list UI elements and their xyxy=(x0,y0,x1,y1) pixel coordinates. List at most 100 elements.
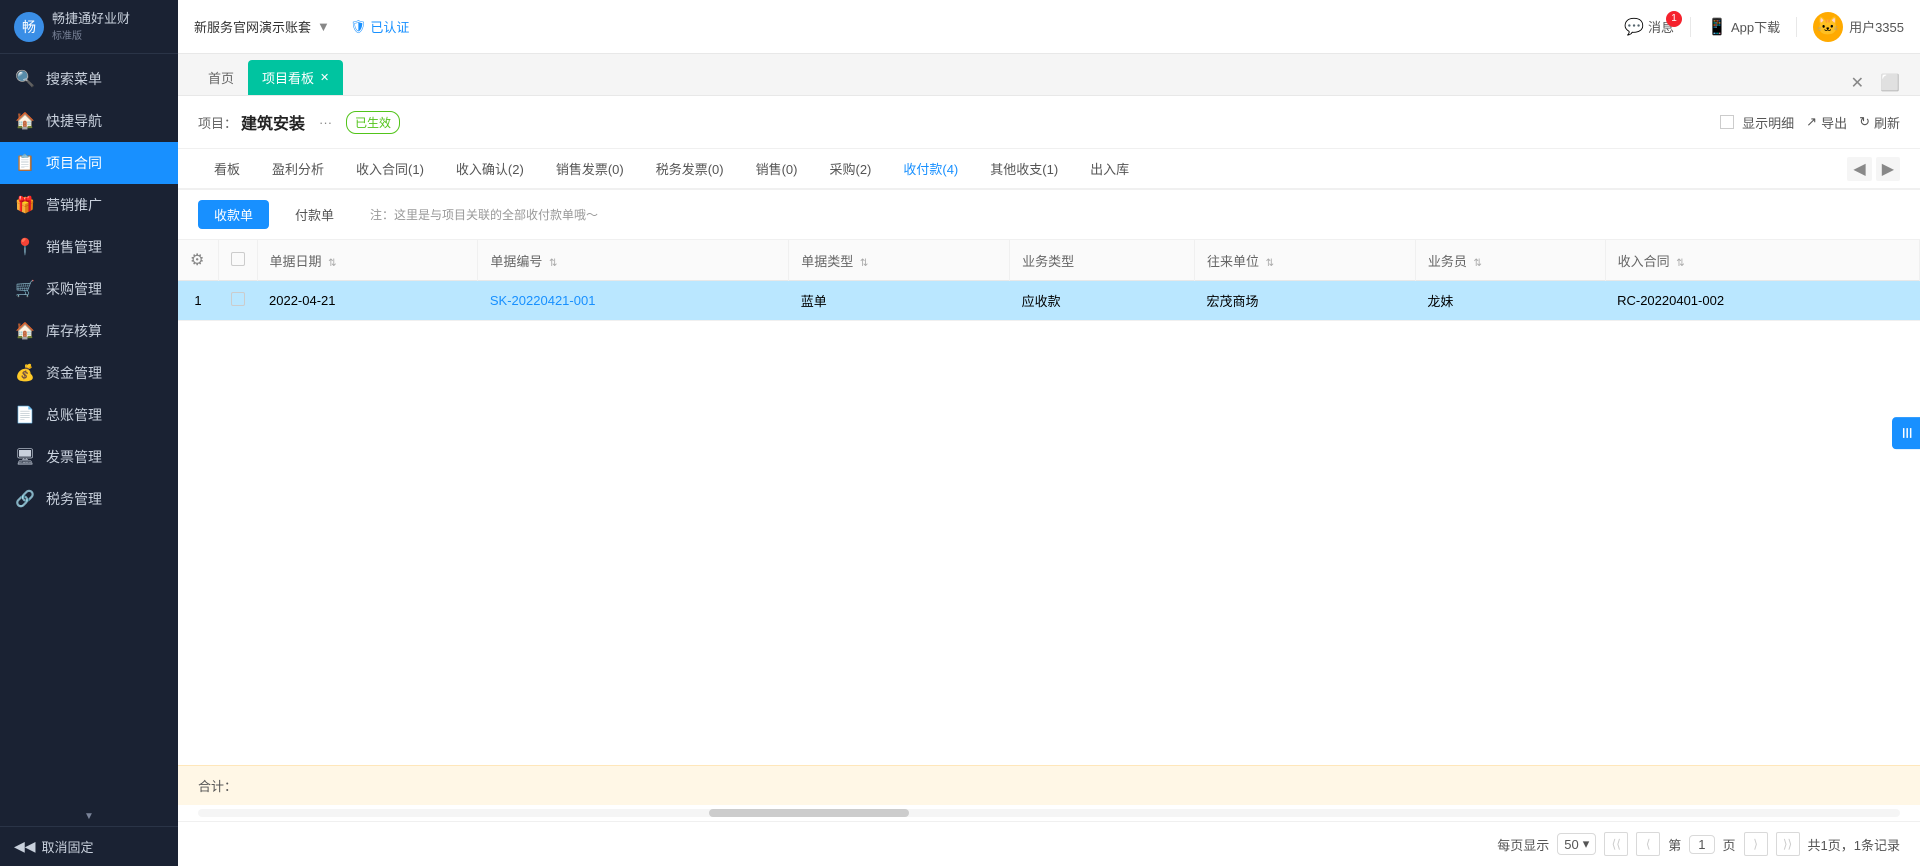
total-records: 共1页，1条记录 xyxy=(1808,835,1900,854)
right-panel-button[interactable]: ≡ xyxy=(1892,417,1920,449)
th-counterparty[interactable]: 往来单位 ⇅ xyxy=(1195,240,1416,281)
sidebar-item-inventory[interactable]: 🏠 库存核算 xyxy=(0,310,178,352)
total-label: 合计： xyxy=(198,779,237,794)
th-gear[interactable]: ⚙ xyxy=(178,240,218,281)
page-tabs: 首页 项目看板 ✕ ✕ ⬜ xyxy=(178,54,1920,96)
sidebar-item-purchase[interactable]: 🛒 采购管理 xyxy=(0,268,178,310)
message-icon: 💬 xyxy=(1624,17,1644,37)
sub-tab-sales[interactable]: 销售(0) xyxy=(740,149,814,190)
topbar-dropdown-icon[interactable]: ▼ xyxy=(317,19,330,34)
sub-tab-other-expense[interactable]: 其他收支(1) xyxy=(974,149,1074,190)
th-number[interactable]: 单据编号 ⇅ xyxy=(478,240,789,281)
th-biz-type: 业务类型 xyxy=(1010,240,1195,281)
total-row: 合计： xyxy=(178,765,1920,805)
inner-tab-receipt[interactable]: 收款单 xyxy=(198,200,269,229)
sub-tab-income-confirm[interactable]: 收入确认(2) xyxy=(440,149,540,190)
sort-salesman-icon: ⇅ xyxy=(1474,258,1482,269)
th-check[interactable] xyxy=(218,240,257,281)
sidebar-item-sales[interactable]: 📍 销售管理 xyxy=(0,226,178,268)
data-table: ⚙ 单据日期 ⇅ 单据编号 ⇅ xyxy=(178,240,1920,321)
tab-close-icon[interactable]: ✕ xyxy=(320,71,329,84)
sub-tab-tax-invoice-label: 税务发票(0) xyxy=(656,162,724,177)
sidebar-logo: 畅 畅捷通好业财 标准版 xyxy=(0,0,178,54)
sidebar-item-marketing[interactable]: 🎁 营销推广 xyxy=(0,184,178,226)
sidebar-item-quick-nav-label: 快捷导航 xyxy=(46,111,102,131)
horizontal-scrollbar[interactable] xyxy=(198,809,1900,817)
row-number-link[interactable]: SK-20220421-001 xyxy=(490,293,596,308)
sidebar-item-invoice[interactable]: 🖥 发票管理 xyxy=(0,436,178,478)
row-checkbox[interactable] xyxy=(231,292,245,306)
row-number[interactable]: SK-20220421-001 xyxy=(478,281,789,321)
current-page-display: 1 xyxy=(1689,835,1714,854)
th-income-contract[interactable]: 收入合同 ⇅ xyxy=(1605,240,1919,281)
prev-page-button[interactable]: ⟨ xyxy=(1636,832,1660,856)
row-checkbox-cell[interactable] xyxy=(218,281,257,321)
page-content: 项目： 建筑安装 ··· 已生效 显示明细 ↗ 导出 ↻ 刷 xyxy=(178,96,1920,866)
sub-tabs: 看板 盈利分析 收入合同(1) 收入确认(2) 销售发票(0) 税务发票(0) xyxy=(178,149,1920,190)
next-page-button[interactable]: ⟩ xyxy=(1744,832,1768,856)
page-suffix: 页 xyxy=(1723,835,1736,854)
sidebar-item-search[interactable]: 🔍 搜索菜单 xyxy=(0,58,178,100)
th-type[interactable]: 单据类型 ⇅ xyxy=(789,240,1010,281)
user-menu-button[interactable]: 🐱 用户3355 xyxy=(1813,12,1904,42)
scrollbar-thumb[interactable] xyxy=(709,809,909,817)
sidebar-item-quick-nav[interactable]: 🏠 快捷导航 xyxy=(0,100,178,142)
sidebar-item-tax[interactable]: 🔗 税务管理 xyxy=(0,478,178,520)
certified-shield-icon: 🛡 xyxy=(350,19,367,35)
th-salesman[interactable]: 业务员 ⇅ xyxy=(1415,240,1605,281)
close-window-button[interactable]: ✕ xyxy=(1847,71,1868,95)
th-date-label: 单据日期 xyxy=(270,254,322,269)
sub-tab-next-button[interactable]: ▶ xyxy=(1876,157,1900,181)
per-page-select[interactable]: 50 ▾ xyxy=(1557,833,1596,855)
row-salesman: 龙妹 xyxy=(1415,281,1605,321)
topbar-project[interactable]: 新服务官网演示账套 ▼ xyxy=(194,17,330,36)
sidebar-unpin-button[interactable]: ◀◀ 取消固定 xyxy=(0,826,178,866)
tab-project-board[interactable]: 项目看板 ✕ xyxy=(248,60,343,95)
sidebar-item-fund[interactable]: 💰 资金管理 xyxy=(0,352,178,394)
window-controls: ✕ ⬜ xyxy=(1847,71,1904,95)
user-name: 用户3355 xyxy=(1849,17,1904,36)
row-biz-type: 应收款 xyxy=(1010,281,1195,321)
project-label: 项目： xyxy=(198,113,237,132)
sidebar-item-ledger[interactable]: 📄 总账管理 xyxy=(0,394,178,436)
select-all-checkbox[interactable] xyxy=(231,252,245,266)
th-date[interactable]: 单据日期 ⇅ xyxy=(257,240,478,281)
show-detail-button[interactable]: 显示明细 xyxy=(1720,113,1794,132)
sub-tab-profit[interactable]: 盈利分析 xyxy=(256,149,340,190)
sub-tab-prev-button[interactable]: ◀ xyxy=(1847,157,1871,181)
inner-tab-payment[interactable]: 付款单 xyxy=(279,200,350,229)
project-more-button[interactable]: ··· xyxy=(319,115,332,130)
inventory-icon: 🏠 xyxy=(14,320,36,342)
project-status-badge: 已生效 xyxy=(346,111,400,134)
sidebar-footer-label: 取消固定 xyxy=(42,837,94,856)
maximize-window-button[interactable]: ⬜ xyxy=(1876,71,1904,95)
table-row[interactable]: 1 2022-04-21 SK-20220421-001 蓝单 应收款 宏茂商场 xyxy=(178,281,1920,321)
sub-tab-tax-invoice[interactable]: 税务发票(0) xyxy=(640,149,740,190)
last-page-button[interactable]: ⟩⟩ xyxy=(1776,832,1800,856)
sub-tab-navigation: ◀ ▶ xyxy=(1847,157,1900,181)
th-counterparty-label: 往来单位 xyxy=(1207,254,1259,269)
show-detail-checkbox[interactable] xyxy=(1720,115,1734,129)
sidebar: 畅 畅捷通好业财 标准版 🔍 搜索菜单 🏠 快捷导航 📋 项目合同 🎁 营销推广… xyxy=(0,0,178,866)
message-button[interactable]: 💬 消息 1 xyxy=(1624,17,1674,37)
export-button[interactable]: ↗ 导出 xyxy=(1806,113,1847,132)
column-settings-icon[interactable]: ⚙ xyxy=(190,252,204,269)
sub-tab-kanban[interactable]: 看板 xyxy=(198,149,256,190)
sub-tab-purchase[interactable]: 采购(2) xyxy=(813,149,887,190)
refresh-button[interactable]: ↻ 刷新 xyxy=(1859,113,1900,132)
inner-tabs: 收款单 付款单 注：这里是与项目关联的全部收付款单哦～ xyxy=(178,190,1920,240)
sub-tab-sales-invoice[interactable]: 销售发票(0) xyxy=(540,149,640,190)
inner-tab-payment-label: 付款单 xyxy=(295,208,334,223)
sidebar-item-tax-label: 税务管理 xyxy=(46,489,102,509)
sub-tab-receivables[interactable]: 收付款(4) xyxy=(887,149,974,190)
sidebar-item-project-contract[interactable]: 📋 项目合同 xyxy=(0,142,178,184)
mobile-icon: 📱 xyxy=(1707,17,1727,37)
first-page-button[interactable]: ⟨⟨ xyxy=(1604,832,1628,856)
app-download-button[interactable]: 📱 App下载 xyxy=(1707,17,1780,37)
sub-tab-income-contract[interactable]: 收入合同(1) xyxy=(340,149,440,190)
sub-tab-inout[interactable]: 出入库 xyxy=(1074,149,1145,190)
app-download-label: App下载 xyxy=(1731,17,1780,36)
user-avatar: 🐱 xyxy=(1813,12,1843,42)
tab-home[interactable]: 首页 xyxy=(194,60,248,95)
sort-number-icon: ⇅ xyxy=(549,258,557,269)
